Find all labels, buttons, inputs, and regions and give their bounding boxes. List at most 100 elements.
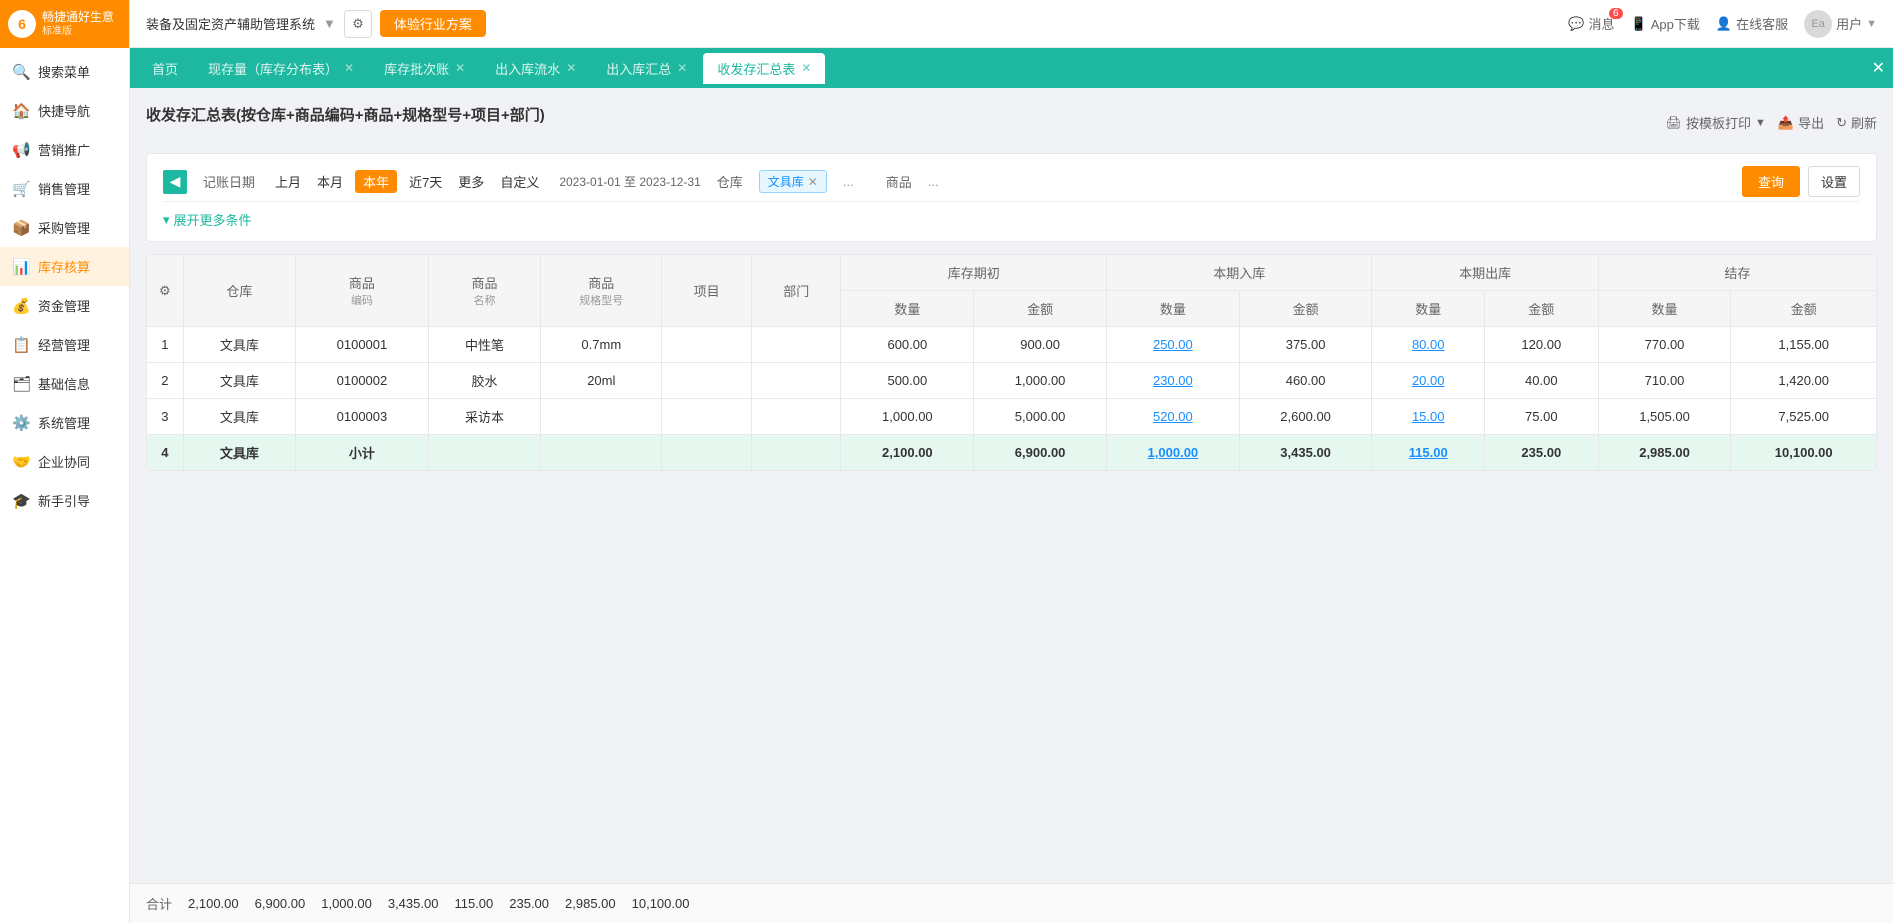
sidebar-item-quicknav[interactable]: 🏠 快捷导航 — [0, 91, 129, 130]
date-range-display: 2023-01-01 至 2023-12-31 — [559, 173, 700, 190]
subtotal-in-qty[interactable]: 1,000.00 — [1106, 435, 1239, 471]
main-content: 装备及固定资产辅助管理系统 ▼ ⚙ 体验行业方案 💬 消息 6 📱 App下载 … — [130, 0, 1893, 923]
subtotal-label: 小计 — [296, 435, 429, 471]
date-options: 上月 本月 本年 近7天 更多 自定义 — [271, 170, 543, 193]
operations-icon: 📋 — [12, 336, 30, 354]
tab-close-batch-account[interactable]: ✕ — [455, 61, 465, 75]
row1-in-qty[interactable]: 250.00 — [1106, 327, 1239, 363]
service-icon: 👤 — [1716, 16, 1732, 32]
app-download-button[interactable]: 📱 App下载 — [1631, 14, 1700, 33]
sidebar-item-basic[interactable]: 🗂 基础信息 — [0, 364, 129, 403]
sidebar-item-guide[interactable]: 🎓 新手引导 — [0, 481, 129, 520]
tab-close-inventory-distribution[interactable]: ✕ — [344, 61, 354, 75]
print-template-button[interactable]: 🖨 按模板打印 ▼ — [1665, 113, 1765, 132]
guide-icon: 🎓 — [12, 492, 30, 510]
row1-out-qty[interactable]: 80.00 — [1372, 327, 1484, 363]
sidebar-item-finance[interactable]: 💰 资金管理 — [0, 286, 129, 325]
page-footer: 合计 2,100.00 6,900.00 1,000.00 3,435.00 1… — [130, 883, 1893, 923]
date-this-year[interactable]: 本年 — [355, 170, 397, 193]
topbar-left: 装备及固定资产辅助管理系统 ▼ ⚙ 体验行业方案 — [146, 10, 486, 38]
row3-out-qty[interactable]: 15.00 — [1372, 399, 1484, 435]
date-custom[interactable]: 自定义 — [496, 170, 543, 193]
row2-in-qty[interactable]: 230.00 — [1106, 363, 1239, 399]
sidebar-item-operations[interactable]: 📋 经营管理 — [0, 325, 129, 364]
col-bal-amt-header: 金额 — [1731, 291, 1877, 327]
online-service-button[interactable]: 👤 在线客服 — [1716, 14, 1788, 33]
sidebar-item-sales[interactable]: 🛒 销售管理 — [0, 169, 129, 208]
col-settings-header[interactable]: ⚙ — [147, 255, 184, 327]
row3-dept — [751, 399, 841, 435]
sidebar-logo: 6 畅捷通好生意 标准版 — [0, 0, 129, 48]
row2-bal-amt: 1,420.00 — [1731, 363, 1877, 399]
row2-code: 0100002 — [296, 363, 429, 399]
subtotal-bal-amt: 10,100.00 — [1731, 435, 1877, 471]
expand-icon: ▾ — [163, 212, 170, 228]
tab-home[interactable]: 首页 — [138, 53, 192, 84]
row3-project — [662, 399, 752, 435]
sidebar-item-inventory[interactable]: 📊 库存核算 — [0, 247, 129, 286]
tab-close-receipt-summary[interactable]: ✕ — [801, 61, 811, 75]
user-menu[interactable]: Ea 用户 ▼ — [1804, 10, 1877, 38]
tab-receipt-summary[interactable]: 收发存汇总表 ✕ — [703, 53, 825, 84]
sidebar-item-purchase[interactable]: 📦 采购管理 — [0, 208, 129, 247]
row2-out-qty[interactable]: 20.00 — [1372, 363, 1484, 399]
page-title: 收发存汇总表(按仓库+商品编码+商品+规格型号+项目+部门) — [146, 104, 545, 125]
row2-out-amt: 40.00 — [1484, 363, 1598, 399]
tab-close-inout-flow[interactable]: ✕ — [566, 61, 576, 75]
row3-bal-amt: 7,525.00 — [1731, 399, 1877, 435]
trial-button[interactable]: 体验行业方案 — [380, 10, 486, 37]
row1-bal-qty: 770.00 — [1598, 327, 1731, 363]
date-more[interactable]: 更多 — [454, 170, 488, 193]
message-button[interactable]: 💬 消息 6 — [1568, 14, 1614, 33]
filter-collapse-button[interactable]: ◀ — [163, 170, 187, 194]
tab-close-inout-summary[interactable]: ✕ — [677, 61, 687, 75]
logo-text: 畅捷通好生意 标准版 — [42, 10, 114, 39]
row1-code: 0100001 — [296, 327, 429, 363]
row3-in-amt: 2,600.00 — [1239, 399, 1372, 435]
subtotal-in-amt: 3,435.00 — [1239, 435, 1372, 471]
warehouse-tag-close[interactable]: ✕ — [808, 175, 818, 189]
product-more[interactable]: ... — [928, 174, 939, 189]
footer-in-qty: 1,000.00 — [321, 896, 372, 911]
close-all-tabs-button[interactable]: ✕ — [1872, 58, 1885, 78]
warehouse-more[interactable]: ... — [843, 174, 854, 189]
row3-in-qty[interactable]: 520.00 — [1106, 399, 1239, 435]
date-last-month[interactable]: 上月 — [271, 170, 305, 193]
query-button[interactable]: 查询 — [1742, 166, 1800, 197]
subtotal-empty3 — [662, 435, 752, 471]
message-icon: 💬 — [1568, 16, 1584, 32]
logo-icon: 6 — [8, 10, 36, 38]
col-out-amt-header: 金额 — [1484, 291, 1598, 327]
tab-inventory-distribution[interactable]: 现存量（库存分布表） ✕ — [194, 53, 368, 84]
topbar-right: 💬 消息 6 📱 App下载 👤 在线客服 Ea 用户 ▼ — [1568, 10, 1877, 38]
sidebar-item-search[interactable]: 🔍 搜索菜单 — [0, 52, 129, 91]
subtotal-out-qty[interactable]: 115.00 — [1372, 435, 1484, 471]
expand-more-conditions[interactable]: ▾ 展开更多条件 — [163, 201, 1860, 229]
row3-bal-qty: 1,505.00 — [1598, 399, 1731, 435]
subtotal-empty4 — [751, 435, 841, 471]
search-icon: 🔍 — [12, 63, 30, 81]
tab-inout-summary[interactable]: 出入库汇总 ✕ — [592, 53, 701, 84]
table-row: 2 文具库 0100002 胶水 20ml 500.00 1,000.00 23… — [147, 363, 1877, 399]
settings-filter-button[interactable]: 设置 — [1808, 166, 1860, 197]
row3-spec — [541, 399, 662, 435]
subtotal-no: 4 — [147, 435, 184, 471]
sidebar-item-marketing[interactable]: 📢 营销推广 — [0, 130, 129, 169]
sidebar-item-collab[interactable]: 🤝 企业协同 — [0, 442, 129, 481]
date-last-7days[interactable]: 近7天 — [405, 170, 446, 193]
date-this-month[interactable]: 本月 — [313, 170, 347, 193]
row3-code: 0100003 — [296, 399, 429, 435]
purchase-icon: 📦 — [12, 219, 30, 237]
tab-inout-flow[interactable]: 出入库流水 ✕ — [481, 53, 590, 84]
tab-batch-account[interactable]: 库存批次账 ✕ — [370, 53, 479, 84]
row2-spec: 20ml — [541, 363, 662, 399]
subtotal-empty1 — [428, 435, 540, 471]
refresh-button[interactable]: ↻ 刷新 — [1836, 113, 1877, 132]
sidebar-nav: 🔍 搜索菜单 🏠 快捷导航 📢 营销推广 🛒 销售管理 📦 采购管理 📊 库存核… — [0, 48, 129, 524]
table-row: 1 文具库 0100001 中性笔 0.7mm 600.00 900.00 25… — [147, 327, 1877, 363]
sidebar-item-system[interactable]: ⚙️ 系统管理 — [0, 403, 129, 442]
row1-project — [662, 327, 752, 363]
product-filter-label: 商品 — [886, 172, 912, 191]
settings-button[interactable]: ⚙ — [344, 10, 372, 38]
export-button[interactable]: 📤 导出 — [1778, 113, 1824, 132]
